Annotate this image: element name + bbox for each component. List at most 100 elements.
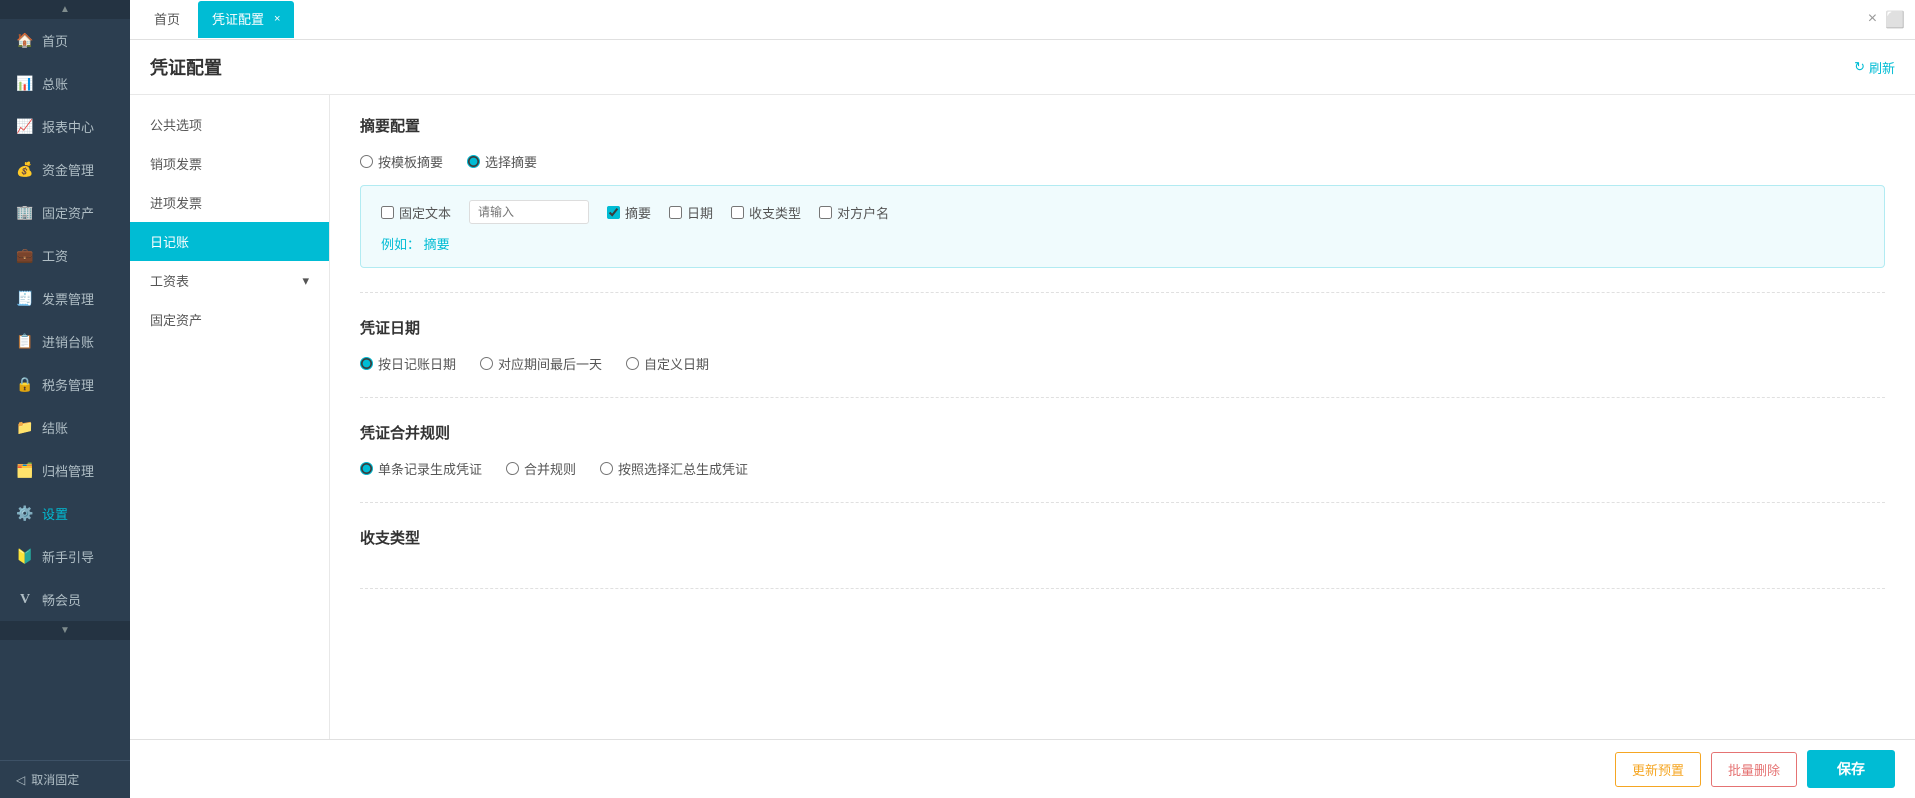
merge-section: 凭证合并规则 单条记录生成凭证 合并规则 按照选择汇总生成凭证	[360, 422, 1885, 503]
sidebar-item-label: 设置	[42, 504, 68, 523]
left-nav-public-label: 公共选项	[150, 115, 202, 134]
sidebar-item-home[interactable]: 🏠 首页	[0, 19, 130, 62]
tab-voucher-config[interactable]: 凭证配置 ×	[198, 1, 294, 38]
trade-icon: 📋	[16, 333, 34, 350]
radio-merge[interactable]: 合并规则	[506, 459, 576, 478]
window-close-icon[interactable]: ×	[1868, 10, 1877, 30]
radio-select-merge[interactable]: 按照选择汇总生成凭证	[600, 459, 748, 478]
radio-custom-date[interactable]: 自定义日期	[626, 354, 709, 373]
sidebar-item-label: 固定资产	[42, 203, 94, 222]
sidebar-item-label: 发票管理	[42, 289, 94, 308]
sidebar-scroll-up[interactable]: ▲	[0, 0, 130, 19]
sidebar: ▲ 🏠 首页 📊 总账 📈 报表中心 💰 资金管理 🏢 固定资产 💼 工资 🧾 …	[0, 0, 130, 798]
left-nav-purchase[interactable]: 进项发票	[130, 183, 329, 222]
sidebar-scroll-down[interactable]: ▼	[0, 621, 130, 640]
tab-home[interactable]: 首页	[140, 1, 194, 38]
batch-delete-button[interactable]: 批量删除	[1711, 752, 1797, 787]
sidebar-item-report[interactable]: 📈 报表中心	[0, 105, 130, 148]
sidebar-item-label: 工资	[42, 246, 68, 265]
radio-select-input[interactable]	[467, 155, 480, 168]
radio-merge-label: 合并规则	[524, 459, 576, 478]
left-nav-sales[interactable]: 销项发票	[130, 144, 329, 183]
update-button[interactable]: 更新预置	[1615, 752, 1701, 787]
radio-custom-date-input[interactable]	[626, 357, 639, 370]
radio-single[interactable]: 单条记录生成凭证	[360, 459, 482, 478]
left-nav-journal[interactable]: 日记账	[130, 222, 329, 261]
settings-icon: ⚙️	[16, 505, 34, 522]
sidebar-item-tax[interactable]: 🔒 税务管理	[0, 363, 130, 406]
radio-merge-input[interactable]	[506, 462, 519, 475]
radio-single-input[interactable]	[360, 462, 373, 475]
home-icon: 🏠	[16, 32, 34, 49]
check-income-type-input[interactable]	[731, 206, 744, 219]
radio-journal-date-input[interactable]	[360, 357, 373, 370]
tab-active-label: 凭证配置	[212, 9, 264, 28]
sidebar-item-invoice[interactable]: 🧾 发票管理	[0, 277, 130, 320]
sidebar-item-payroll[interactable]: 💼 工资	[0, 234, 130, 277]
sidebar-item-member[interactable]: V 畅会员	[0, 578, 130, 621]
refresh-icon: ↻	[1854, 59, 1865, 75]
example-value: 摘要	[424, 237, 450, 252]
radio-template-input[interactable]	[360, 155, 373, 168]
window-restore-icon[interactable]: ⬜	[1885, 10, 1905, 30]
date-radio-group: 按日记账日期 对应期间最后一天 自定义日期	[360, 354, 1885, 373]
check-counterpart-input[interactable]	[819, 206, 832, 219]
radio-select-merge-input[interactable]	[600, 462, 613, 475]
radio-select-merge-label: 按照选择汇总生成凭证	[618, 459, 748, 478]
left-nav-payroll-table[interactable]: 工资表 ▾	[130, 261, 329, 300]
check-counterpart[interactable]: 对方户名	[819, 203, 889, 222]
sidebar-item-close[interactable]: 📁 结账	[0, 406, 130, 449]
tab-bar: 首页 凭证配置 × × ⬜	[130, 0, 1915, 40]
refresh-label: 刷新	[1869, 58, 1895, 77]
income-section: 收支类型	[360, 527, 1885, 589]
sidebar-item-guide[interactable]: 🔰 新手引导	[0, 535, 130, 578]
check-date-label: 日期	[687, 203, 713, 222]
guide-icon: 🔰	[16, 548, 34, 565]
sidebar-item-trade[interactable]: 📋 进销台账	[0, 320, 130, 363]
radio-journal-date[interactable]: 按日记账日期	[360, 354, 456, 373]
tab-home-label: 首页	[154, 9, 180, 28]
radio-select-label: 选择摘要	[485, 152, 537, 171]
check-summary-input[interactable]	[607, 206, 620, 219]
pin-label: 取消固定	[31, 771, 79, 788]
left-nav-journal-label: 日记账	[150, 232, 189, 251]
radio-select[interactable]: 选择摘要	[467, 152, 537, 171]
check-date[interactable]: 日期	[669, 203, 713, 222]
income-title: 收支类型	[360, 527, 1885, 548]
sidebar-item-ledger[interactable]: 📊 总账	[0, 62, 130, 105]
payroll-icon: 💼	[16, 247, 34, 264]
summary-radio-group: 按模板摘要 选择摘要	[360, 152, 1885, 171]
check-fixed-text-input[interactable]	[381, 206, 394, 219]
sidebar-item-label: 新手引导	[42, 547, 94, 566]
refresh-button[interactable]: ↻ 刷新	[1854, 58, 1895, 77]
save-button[interactable]: 保存	[1807, 750, 1895, 788]
page-content: 凭证配置 ↻ 刷新 公共选项 销项发票 进项发票 日记账	[130, 40, 1915, 798]
sidebar-item-label: 资金管理	[42, 160, 94, 179]
radio-last-day-input[interactable]	[480, 357, 493, 370]
left-nav-purchase-label: 进项发票	[150, 193, 202, 212]
check-income-type[interactable]: 收支类型	[731, 203, 801, 222]
radio-template[interactable]: 按模板摘要	[360, 152, 443, 171]
check-counterpart-label: 对方户名	[837, 203, 889, 222]
left-nav-fixed-assets[interactable]: 固定资产	[130, 300, 329, 339]
summary-box: 固定文本 摘要 日期	[360, 185, 1885, 268]
chevron-down-icon: ▾	[302, 273, 309, 289]
check-fixed-text[interactable]: 固定文本	[381, 203, 451, 222]
check-summary[interactable]: 摘要	[607, 203, 651, 222]
sidebar-item-funds[interactable]: 💰 资金管理	[0, 148, 130, 191]
fixed-text-input[interactable]	[469, 200, 589, 224]
tab-close-icon[interactable]: ×	[274, 13, 280, 25]
tax-icon: 🔒	[16, 376, 34, 393]
funds-icon: 💰	[16, 161, 34, 178]
radio-last-day[interactable]: 对应期间最后一天	[480, 354, 602, 373]
sidebar-item-settings[interactable]: ⚙️ 设置	[0, 492, 130, 535]
sidebar-pin-button[interactable]: ◁ 取消固定	[0, 760, 130, 798]
pin-icon: ◁	[16, 773, 25, 787]
check-income-type-label: 收支类型	[749, 203, 801, 222]
sidebar-item-label: 进销台账	[42, 332, 94, 351]
check-date-input[interactable]	[669, 206, 682, 219]
sidebar-item-archive[interactable]: 🗂️ 归档管理	[0, 449, 130, 492]
left-nav-public[interactable]: 公共选项	[130, 105, 329, 144]
sidebar-item-assets[interactable]: 🏢 固定资产	[0, 191, 130, 234]
summary-checkboxes: 固定文本 摘要 日期	[381, 200, 1864, 224]
